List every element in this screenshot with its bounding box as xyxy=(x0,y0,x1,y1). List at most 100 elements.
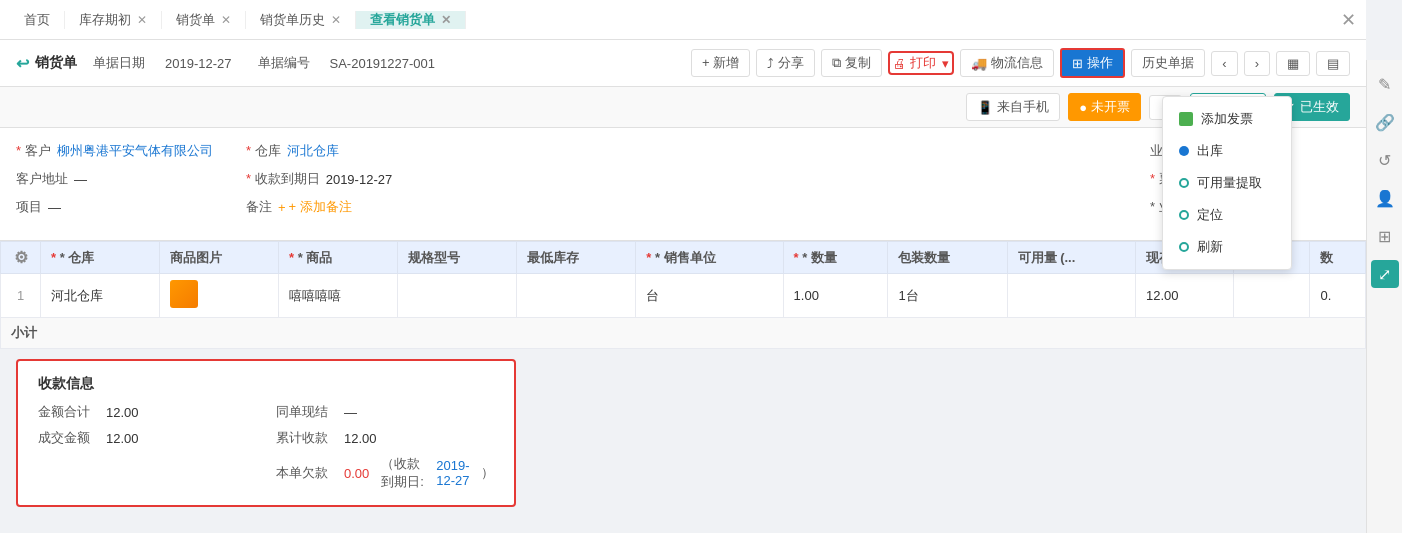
tab-sales[interactable]: 销货单 ✕ xyxy=(162,11,246,29)
dropdown-warehouse-out[interactable]: 出库 xyxy=(1163,135,1291,167)
same-settlement-value: — xyxy=(344,405,357,420)
tab-inventory[interactable]: 库存期初 ✕ xyxy=(65,11,162,29)
warehouse-value[interactable]: 河北仓库 xyxy=(287,142,339,160)
sidebar-expand-icon[interactable]: ⤢ xyxy=(1371,260,1399,288)
form-row-2: 客户地址 — 收款到期日 2019-12-27 票据类型 不开票 xyxy=(16,170,1350,188)
add-note-btn[interactable]: + + 添加备注 xyxy=(278,198,352,216)
warehouse-label: 仓库 xyxy=(246,142,281,160)
customer-label: 客户 xyxy=(16,142,51,160)
dropdown-available-qty[interactable]: 可用量提取 xyxy=(1163,167,1291,199)
tab-history[interactable]: 销货单历史 ✕ xyxy=(246,11,356,29)
tab-home[interactable]: 首页 xyxy=(10,11,65,29)
history-docs-btn[interactable]: 历史单据 xyxy=(1131,49,1205,77)
share-btn[interactable]: ⤴ 分享 xyxy=(756,49,815,77)
deal-amount-label: 成交金额 xyxy=(38,429,98,447)
print-icon: 🖨 xyxy=(893,56,906,71)
share-icon: ⤴ xyxy=(767,56,774,71)
deal-amount-item: 成交金额 12.00 xyxy=(38,429,256,447)
customer-value[interactable]: 柳州粤港平安气体有限公司 xyxy=(57,142,213,160)
row-num: 1 xyxy=(1,274,41,318)
overdue-date: 2019-12-27 xyxy=(436,458,473,488)
warehouse-field: 仓库 河北仓库 xyxy=(246,142,446,160)
table-row: 1 河北仓库 嘻嘻嘻嘻 台 1.00 1台 12.00 0. xyxy=(1,274,1366,318)
operations-btn[interactable]: ⊞ 操作 xyxy=(1060,48,1125,78)
overdue-value: 0.00 xyxy=(344,466,369,481)
product-thumbnail xyxy=(170,280,198,308)
payment-grid: 金额合计 12.00 同单现结 — 成交金额 12.00 累计收款 12.00 … xyxy=(38,403,494,491)
available-qty-icon xyxy=(1179,178,1189,188)
row-product: 嘻嘻嘻嘻 xyxy=(279,274,398,318)
col-more: 数 xyxy=(1310,242,1366,274)
col-product: * 商品 xyxy=(279,242,398,274)
col-settings[interactable]: ⚙ xyxy=(1,242,41,274)
not-opened-btn[interactable]: ● 未开票 xyxy=(1068,93,1141,121)
overdue-item: 本单欠款 0.00 （收款到期日: 2019-12-27 ） xyxy=(276,455,494,491)
col-available: 可用量 (... xyxy=(1007,242,1135,274)
paydate-field: 收款到期日 2019-12-27 xyxy=(246,170,446,188)
close-sales-tab[interactable]: ✕ xyxy=(221,13,231,27)
doc-actions: + 新增 ⤴ 分享 ⧉ 复制 🖨 打印 ▾ 🚚 物流信息 ⊞ 操作 xyxy=(691,48,1350,78)
print-dropdown-arrow: ▾ xyxy=(942,56,949,71)
copy-btn[interactable]: ⧉ 复制 xyxy=(821,49,882,77)
subtotal-label: 小计 xyxy=(1,318,1366,349)
prev-btn[interactable]: ‹ xyxy=(1211,51,1237,76)
sidebar-table-icon[interactable]: ⊞ xyxy=(1371,222,1399,250)
sidebar-user-icon[interactable]: 👤 xyxy=(1371,184,1399,212)
refresh-icon xyxy=(1179,242,1189,252)
total-amount-value: 12.00 xyxy=(106,405,139,420)
address-value: — xyxy=(74,172,87,187)
settings-icon[interactable]: ⚙ xyxy=(14,249,28,266)
cumulative-label: 累计收款 xyxy=(276,429,336,447)
dropdown-add-invoice[interactable]: 添加发票 xyxy=(1163,103,1291,135)
right-sidebar: ✎ 🔗 ↺ 👤 ⊞ ⤢ xyxy=(1366,60,1402,517)
row-spec xyxy=(398,274,517,318)
sidebar-link-icon[interactable]: 🔗 xyxy=(1371,108,1399,136)
cumulative-item: 累计收款 12.00 xyxy=(276,429,494,447)
col-image: 商品图片 xyxy=(160,242,279,274)
circle-icon: ● xyxy=(1079,100,1087,115)
address-field: 客户地址 — xyxy=(16,170,216,188)
grid-view1-btn[interactable]: ▦ xyxy=(1276,51,1310,76)
project-label: 项目 xyxy=(16,198,42,216)
close-inventory-tab[interactable]: ✕ xyxy=(137,13,147,27)
doc-meta: 单据日期 2019-12-27 单据编号 SA-20191227-001 xyxy=(93,54,435,72)
overdue-note: （收款到期日: xyxy=(381,455,426,491)
col-spec: 规格型号 xyxy=(398,242,517,274)
next-btn[interactable]: › xyxy=(1244,51,1270,76)
grid-icon: ⊞ xyxy=(1072,56,1083,71)
row-minstock xyxy=(517,274,636,318)
logistics-btn[interactable]: 🚚 物流信息 xyxy=(960,49,1054,77)
row-qty: 1.00 xyxy=(783,274,888,318)
dropdown-refresh[interactable]: 刷新 xyxy=(1163,231,1291,263)
note-label: 备注 xyxy=(246,198,272,216)
doc-icon: ↩ xyxy=(16,54,29,73)
from-phone-btn[interactable]: 📱 来自手机 xyxy=(966,93,1060,121)
truck-icon: 🚚 xyxy=(971,56,987,71)
total-amount-item: 金额合计 12.00 xyxy=(38,403,256,421)
payment-box: 收款信息 金额合计 12.00 同单现结 — 成交金额 12.00 累计收款 1… xyxy=(16,359,516,507)
table-header-row: ⚙ * 仓库 商品图片 * 商品 规格型号 最低库存 * 销售单位 * 数量 包… xyxy=(1,242,1366,274)
row-packqty: 1台 xyxy=(888,274,1007,318)
doc-header: ↩ 销货单 单据日期 2019-12-27 单据编号 SA-20191227-0… xyxy=(0,40,1366,87)
row-stock: 12.00 xyxy=(1136,274,1234,318)
print-btn[interactable]: 🖨 打印 ▾ xyxy=(888,51,954,75)
tab-view-sales[interactable]: 查看销货单 ✕ xyxy=(356,11,466,29)
new-btn[interactable]: + 新增 xyxy=(691,49,750,77)
row-price xyxy=(1233,274,1310,318)
close-history-tab[interactable]: ✕ xyxy=(331,13,341,27)
plus-icon: + xyxy=(278,200,286,215)
add-invoice-icon xyxy=(1179,112,1193,126)
project-field: 项目 — xyxy=(16,198,216,216)
col-minstock: 最低库存 xyxy=(517,242,636,274)
window-close-btn[interactable]: ✕ xyxy=(1341,9,1356,31)
sidebar-refresh-icon[interactable]: ↺ xyxy=(1371,146,1399,174)
payment-title: 收款信息 xyxy=(38,375,494,393)
sidebar-edit-icon[interactable]: ✎ xyxy=(1371,70,1399,98)
dropdown-locate[interactable]: 定位 xyxy=(1163,199,1291,231)
same-settlement-item: 同单现结 — xyxy=(276,403,494,421)
overdue-suffix: ） xyxy=(481,464,494,482)
customer-field: 客户 柳州粤港平安气体有限公司 xyxy=(16,142,216,160)
close-view-sales-tab[interactable]: ✕ xyxy=(441,13,451,27)
grid-view2-btn[interactable]: ▤ xyxy=(1316,51,1350,76)
locate-icon xyxy=(1179,210,1189,220)
